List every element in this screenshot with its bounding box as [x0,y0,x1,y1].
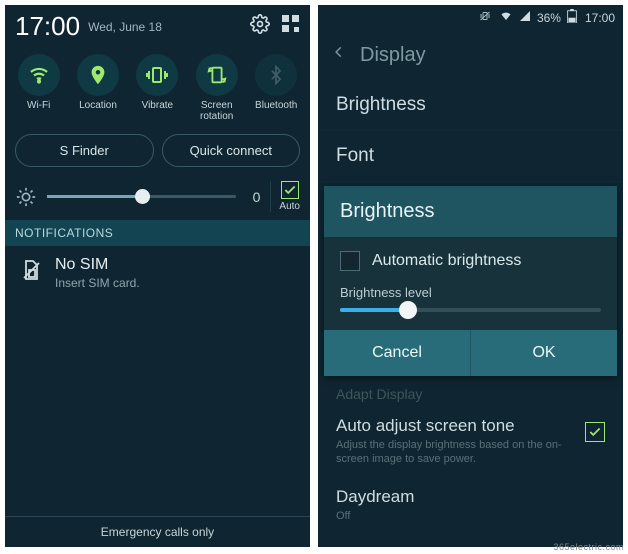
grid-icon[interactable] [282,15,300,38]
brightness-level-slider[interactable] [340,308,601,312]
ok-button[interactable]: OK [471,330,617,376]
settings-item-auto-tone[interactable]: Auto adjust screen tone Adjust the displ… [318,406,623,477]
cancel-button[interactable]: Cancel [324,330,471,376]
watermark: 365electric.com [553,542,624,552]
quick-settings-row: Wi-Fi Location Vibrate Screen rotation B… [5,44,310,128]
notification-subtitle: Insert SIM card. [55,276,140,290]
brightness-icon [15,186,37,208]
status-bar: 17:00 Wed, June 18 [5,5,310,44]
daydream-subtitle: Off [336,509,605,523]
notification-title: No SIM [55,256,140,274]
settings-item-daydream[interactable]: Daydream Off [318,477,623,533]
qs-bluetooth[interactable]: Bluetooth [255,54,297,122]
sim-card-icon [19,258,43,282]
auto-tone-checkbox[interactable] [585,422,605,442]
status-time: 17:00 [15,11,80,42]
automatic-brightness-checkbox[interactable] [340,251,360,271]
qs-wifi-label: Wi-Fi [27,100,50,111]
qs-bluetooth-label: Bluetooth [255,100,297,111]
wifi-status-icon [499,10,513,25]
brightness-slider[interactable] [47,195,236,198]
back-chevron-icon[interactable] [332,42,346,68]
settings-item-font[interactable]: Font [318,131,623,182]
auto-tone-title: Auto adjust screen tone [336,416,585,436]
qs-location[interactable]: Location [77,54,119,122]
notifications-header: NOTIFICATIONS [5,220,310,246]
auto-brightness-checkbox[interactable] [281,181,299,199]
quickconnect-button[interactable]: Quick connect [162,134,301,167]
status-time-right: 17:00 [585,11,615,25]
dialog-title: Brightness [324,186,617,237]
battery-percentage: 36% [537,11,561,25]
settings-gear-icon[interactable] [250,14,270,39]
signal-status-icon [519,10,531,25]
battery-status-icon [567,9,577,26]
brightness-level-label: Brightness level [340,285,601,300]
qs-rotation-label: Screen rotation [200,100,233,122]
emergency-footer: Emergency calls only [5,516,310,547]
page-title: Display [360,44,426,67]
brightness-dialog: Brightness Automatic brightness Brightne… [324,186,617,376]
qs-location-label: Location [79,100,117,111]
brightness-row: 0 Auto [5,173,310,220]
qs-vibrate-label: Vibrate [142,100,174,111]
qs-vibrate[interactable]: Vibrate [136,54,178,122]
qs-rotation[interactable]: Screen rotation [196,54,238,122]
notification-panel: 17:00 Wed, June 18 Wi-Fi Location [5,5,310,547]
auto-brightness-label: Auto [279,201,300,212]
status-bar-right: 36% 17:00 [318,5,623,30]
vibrate-status-icon [477,10,493,25]
auto-tone-subtitle: Adjust the display brightness based on t… [336,438,585,467]
app-header: Display [318,30,623,80]
status-date: Wed, June 18 [88,20,162,34]
daydream-title: Daydream [336,487,605,507]
qs-wifi[interactable]: Wi-Fi [18,54,60,122]
notification-item[interactable]: No SIM Insert SIM card. [5,246,310,300]
settings-item-adapt-display[interactable]: Adapt Display [318,376,623,406]
sfinder-button[interactable]: S Finder [15,134,154,167]
settings-item-brightness[interactable]: Brightness [318,80,623,131]
brightness-value: 0 [246,189,260,205]
automatic-brightness-label: Automatic brightness [372,252,521,270]
display-settings-screen: 36% 17:00 Display Brightness Font Bright… [318,5,623,547]
